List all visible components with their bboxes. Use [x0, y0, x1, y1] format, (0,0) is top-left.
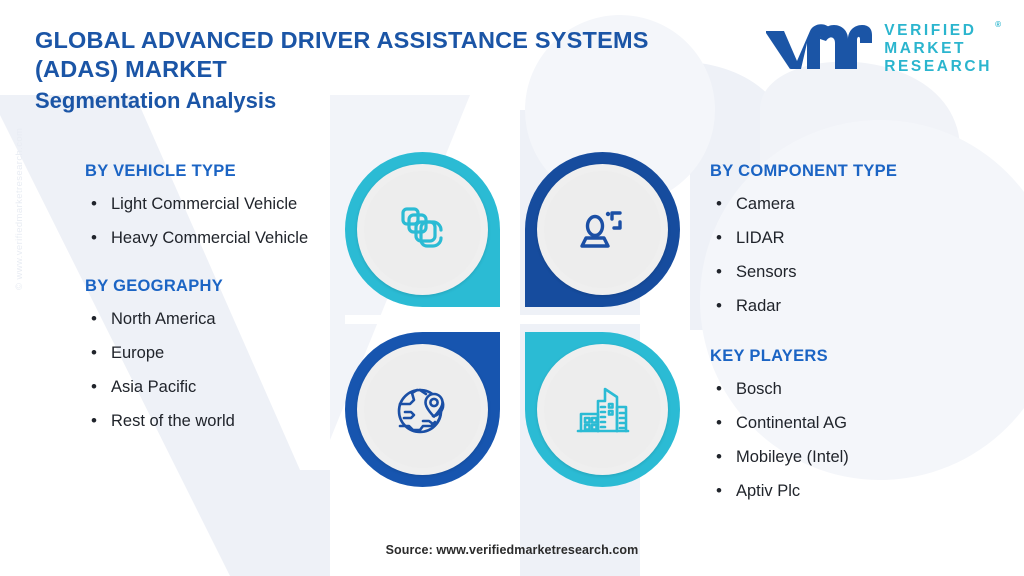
page-title-line-2: (ADAS) MARKET — [35, 56, 227, 82]
list-item: Rest of the world — [85, 404, 375, 438]
inner-disc-inner — [544, 171, 661, 288]
group-by-geography: BY GEOGRAPHY North America Europe Asia P… — [85, 277, 375, 438]
list-item: Europe — [85, 336, 375, 370]
list-item: Aptiv Plc — [710, 474, 1000, 508]
pinwheel-graphic — [345, 152, 680, 487]
pinwheel-quadrant-key-players — [525, 332, 680, 487]
brand-logo[interactable]: VERIFIED MARKET RESEARCH ® — [764, 20, 1001, 76]
list-item: Continental AG — [710, 406, 1000, 440]
source-text: Source: www.verifiedmarketresearch.com — [385, 543, 639, 557]
vmr-logo-mark-icon — [766, 24, 873, 69]
list-item: North America — [85, 302, 375, 336]
right-column: BY COMPONENT TYPE Camera LIDAR Sensors R… — [710, 162, 1000, 522]
list-component-type: Camera LIDAR Sensors Radar — [710, 187, 1000, 323]
list-key-players: Bosch Continental AG Mobileye (Intel) Ap… — [710, 372, 1000, 508]
group-by-component-type: BY COMPONENT TYPE Camera LIDAR Sensors R… — [710, 162, 1000, 323]
group-key-players: KEY PLAYERS Bosch Continental AG Mobiley… — [710, 347, 1000, 508]
pinwheel-gap-horizontal — [345, 315, 680, 324]
page-title-line-1: GLOBAL ADVANCED DRIVER ASSISTANCE SYSTEM… — [35, 27, 649, 53]
page-subtitle: Segmentation Analysis — [35, 88, 277, 113]
list-item: Asia Pacific — [85, 370, 375, 404]
infographic-page: © www.verifiedmarketresearch.com GLOBAL … — [0, 0, 1024, 576]
group-heading-geography: BY GEOGRAPHY — [85, 277, 224, 295]
list-vehicle-type: Light Commercial Vehicle Heavy Commercia… — [85, 187, 375, 255]
inner-disc-inner — [364, 171, 481, 288]
list-item: Heavy Commercial Vehicle — [85, 221, 375, 255]
logo-line-market: MARKET — [884, 39, 967, 57]
logo-line-verified: VERIFIED — [884, 22, 977, 39]
title-block: GLOBAL ADVANCED DRIVER ASSISTANCE SYSTEM… — [35, 26, 735, 116]
list-item: Light Commercial Vehicle — [85, 187, 375, 221]
logo-wordmark: VERIFIED MARKET RESEARCH ® — [884, 20, 1001, 76]
inner-disc-inner — [544, 351, 661, 468]
left-column: BY VEHICLE TYPE Light Commercial Vehicle… — [85, 162, 375, 452]
list-item: Mobileye (Intel) — [710, 440, 1000, 474]
registered-mark-icon: ® — [995, 20, 1001, 29]
stacked-layers-icon — [400, 206, 443, 248]
list-item: Camera — [710, 187, 1000, 221]
group-heading-vehicle-type: BY VEHICLE TYPE — [85, 162, 236, 180]
logo-line-research: RESEARCH — [884, 57, 992, 75]
globe-location-icon — [397, 388, 444, 433]
city-buildings-icon — [576, 387, 629, 432]
side-copyright: © www.verifiedmarketresearch.com — [14, 127, 25, 290]
footer: Source: www.verifiedmarketresearch.com — [0, 541, 1024, 559]
list-item: Sensors — [710, 255, 1000, 289]
list-item: Bosch — [710, 372, 1000, 406]
group-heading-key-players: KEY PLAYERS — [710, 347, 828, 365]
list-item: LIDAR — [710, 221, 1000, 255]
group-by-vehicle-type: BY VEHICLE TYPE Light Commercial Vehicle… — [85, 162, 375, 255]
pinwheel-quadrant-geography — [345, 332, 500, 487]
list-item: Radar — [710, 289, 1000, 323]
list-geography: North America Europe Asia Pacific Rest o… — [85, 302, 375, 438]
pinwheel-quadrant-vehicle-type — [345, 152, 500, 307]
group-heading-component-type: BY COMPONENT TYPE — [710, 162, 898, 180]
pinwheel-quadrant-component-type — [525, 152, 680, 307]
driver-person-icon — [579, 210, 622, 248]
inner-disc-inner — [364, 351, 481, 468]
header: GLOBAL ADVANCED DRIVER ASSISTANCE SYSTEM… — [0, 0, 1024, 120]
